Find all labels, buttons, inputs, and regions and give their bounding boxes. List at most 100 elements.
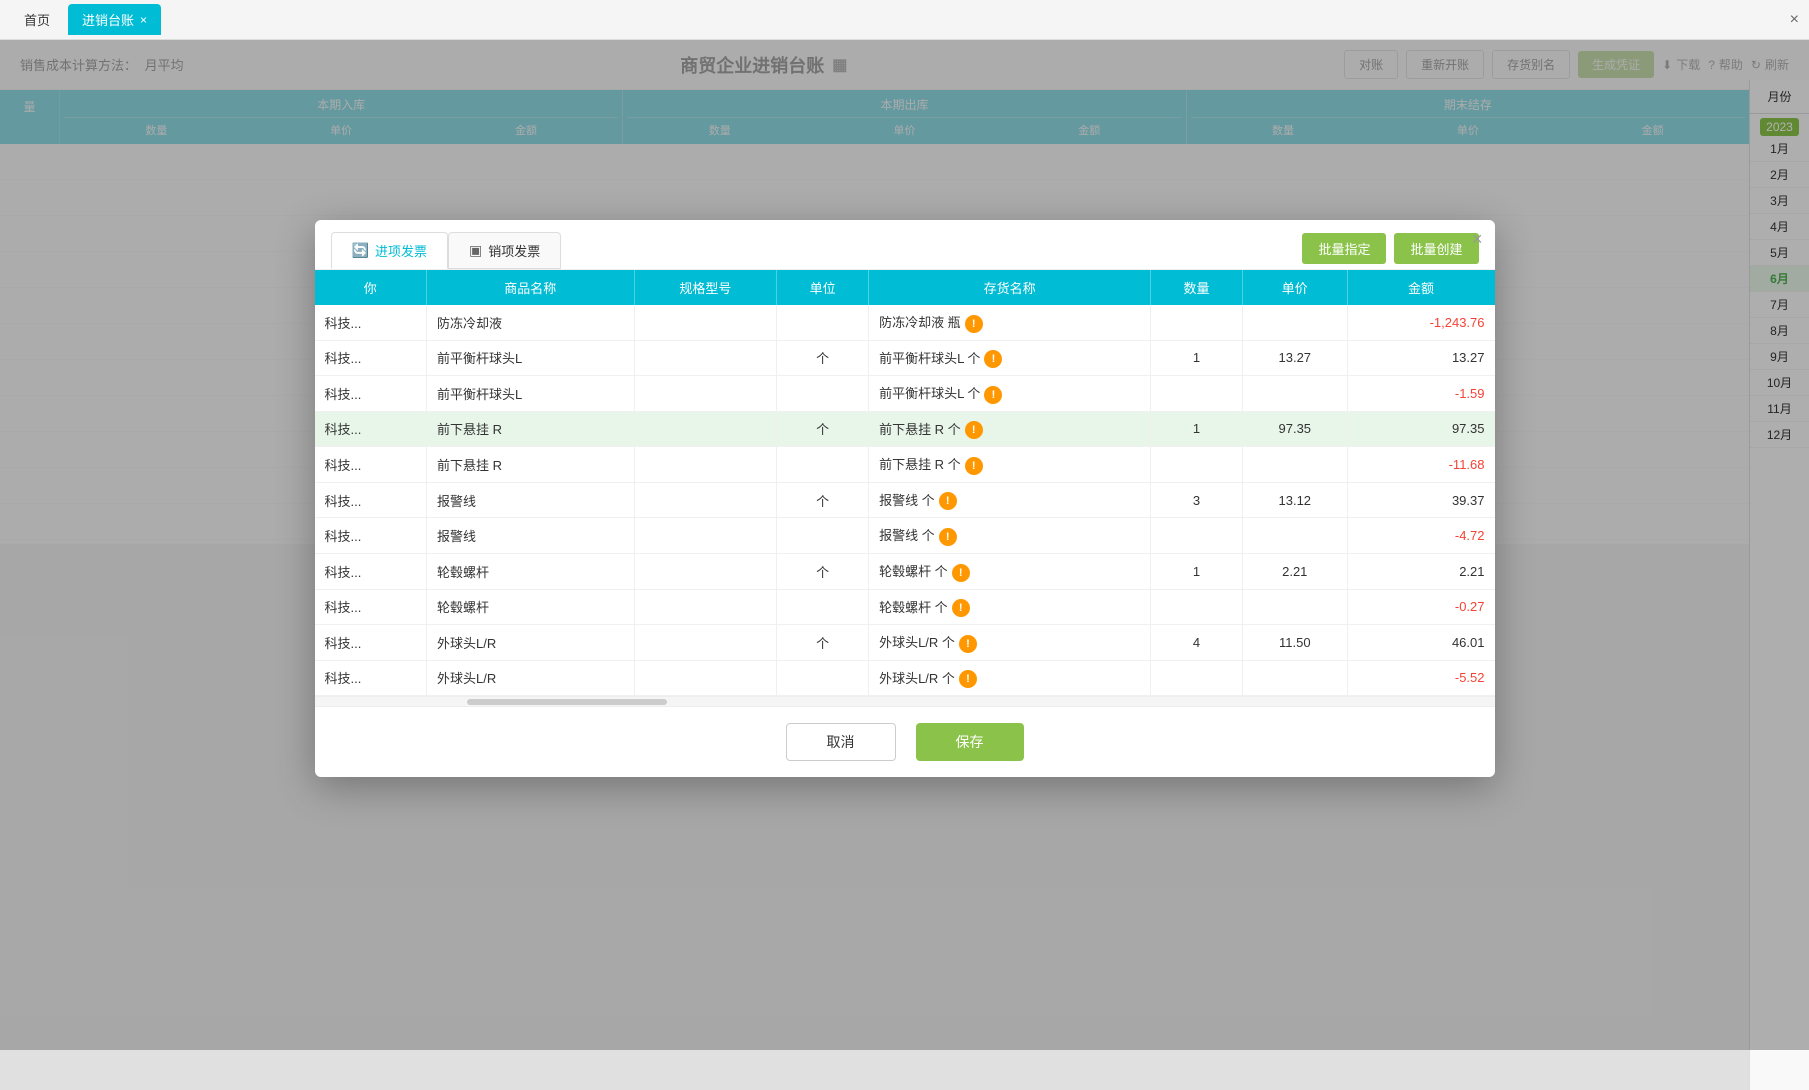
active-tab-label: 进销台账 bbox=[82, 10, 134, 29]
cell-10-0: 科技... bbox=[315, 660, 427, 696]
cell-8-4: 轮毂螺杆 个! bbox=[869, 589, 1151, 625]
cell-3-4: 前下悬挂 R 个! bbox=[869, 411, 1151, 447]
cell-7-5: 1 bbox=[1151, 553, 1243, 589]
cell-7-0: 科技... bbox=[315, 553, 427, 589]
th-amount: 金额 bbox=[1347, 270, 1494, 305]
warning-icon: ! bbox=[959, 670, 977, 688]
cell-4-5 bbox=[1151, 447, 1243, 483]
cell-9-2 bbox=[634, 625, 777, 661]
window-close-button[interactable]: × bbox=[1790, 11, 1799, 29]
cell-6-7: -4.72 bbox=[1347, 518, 1494, 554]
cell-10-2 bbox=[634, 660, 777, 696]
table-row: 科技...防冻冷却液防冻冷却液 瓶!-1,243.76 bbox=[315, 305, 1495, 340]
modal-close-button[interactable]: × bbox=[1472, 230, 1483, 248]
warning-icon: ! bbox=[952, 599, 970, 617]
cell-6-3 bbox=[777, 518, 869, 554]
modal-header: 🔄 进项发票 ▣ 销项发票 批量指定 批量创建 × bbox=[315, 220, 1495, 270]
tab-sales-invoice[interactable]: ▣ 销项发票 bbox=[448, 232, 561, 269]
warning-icon: ! bbox=[939, 492, 957, 510]
cell-5-3: 个 bbox=[777, 482, 869, 518]
tab-active[interactable]: 进销台账 × bbox=[68, 4, 161, 35]
cell-3-0: 科技... bbox=[315, 411, 427, 447]
table-row: 科技...前下悬挂 R个前下悬挂 R 个!197.3597.35 bbox=[315, 411, 1495, 447]
cell-0-6 bbox=[1242, 305, 1347, 340]
modal-footer: 取消 保存 bbox=[315, 706, 1495, 777]
cell-4-6 bbox=[1242, 447, 1347, 483]
warning-icon: ! bbox=[965, 315, 983, 333]
th-unit: 单位 bbox=[777, 270, 869, 305]
cell-5-6: 13.12 bbox=[1242, 482, 1347, 518]
modal-scrollbar-thumb[interactable] bbox=[467, 699, 667, 705]
cell-9-5: 4 bbox=[1151, 625, 1243, 661]
table-row: 科技...报警线报警线 个!-4.72 bbox=[315, 518, 1495, 554]
cell-3-2 bbox=[634, 411, 777, 447]
cell-10-7: -5.52 bbox=[1347, 660, 1494, 696]
th-spec: 规格型号 bbox=[634, 270, 777, 305]
cell-3-1: 前下悬挂 R bbox=[427, 411, 635, 447]
modal-dialog: 🔄 进项发票 ▣ 销项发票 批量指定 批量创建 × bbox=[315, 220, 1495, 777]
cell-2-7: -1.59 bbox=[1347, 376, 1494, 412]
batch-assign-button[interactable]: 批量指定 bbox=[1302, 233, 1386, 264]
table-row: 科技...轮毂螺杆 轮毂螺杆 个! -0.27 bbox=[315, 589, 1495, 625]
tab-close-icon[interactable]: × bbox=[140, 13, 147, 27]
sales-tab-icon: ▣ bbox=[469, 242, 482, 259]
cell-9-4: 外球头L/R 个! bbox=[869, 625, 1151, 661]
cell-2-2 bbox=[634, 376, 777, 412]
tab-purchase-invoice[interactable]: 🔄 进项发票 bbox=[331, 232, 448, 269]
cell-0-1: 防冻冷却液 bbox=[427, 305, 635, 340]
purchase-tab-icon: 🔄 bbox=[352, 242, 369, 259]
cell-8-1: 轮毂螺杆 bbox=[427, 589, 635, 625]
cell-2-5 bbox=[1151, 376, 1243, 412]
cell-1-0: 科技... bbox=[315, 340, 427, 376]
warning-icon: ! bbox=[952, 564, 970, 582]
cell-7-3: 个 bbox=[777, 553, 869, 589]
modal-table-wrapper[interactable]: 你 商品名称 规格型号 单位 存货名称 数量 单价 金额 科技...防冻冷却液防… bbox=[315, 270, 1495, 696]
cell-5-1: 报警线 bbox=[427, 482, 635, 518]
table-header-row: 你 商品名称 规格型号 单位 存货名称 数量 单价 金额 bbox=[315, 270, 1495, 305]
th-product-name: 商品名称 bbox=[427, 270, 635, 305]
modal-scrollbar[interactable] bbox=[315, 696, 1495, 706]
cell-5-4: 报警线 个! bbox=[869, 482, 1151, 518]
cell-10-4: 外球头L/R 个! bbox=[869, 660, 1151, 696]
cell-8-6 bbox=[1242, 589, 1347, 625]
cell-1-3: 个 bbox=[777, 340, 869, 376]
batch-create-button[interactable]: 批量创建 bbox=[1394, 233, 1478, 264]
warning-icon: ! bbox=[939, 528, 957, 546]
cell-1-5: 1 bbox=[1151, 340, 1243, 376]
cell-7-4: 轮毂螺杆 个! bbox=[869, 553, 1151, 589]
warning-icon: ! bbox=[965, 421, 983, 439]
cell-9-0: 科技... bbox=[315, 625, 427, 661]
cell-2-4: 前平衡杆球头L 个! bbox=[869, 376, 1151, 412]
warning-icon: ! bbox=[984, 350, 1002, 368]
cell-8-7: -0.27 bbox=[1347, 589, 1494, 625]
cell-3-5: 1 bbox=[1151, 411, 1243, 447]
cell-7-7: 2.21 bbox=[1347, 553, 1494, 589]
cell-8-5 bbox=[1151, 589, 1243, 625]
cell-4-4: 前下悬挂 R 个! bbox=[869, 447, 1151, 483]
cell-6-2 bbox=[634, 518, 777, 554]
cell-9-7: 46.01 bbox=[1347, 625, 1494, 661]
cell-7-6: 2.21 bbox=[1242, 553, 1347, 589]
cell-10-3 bbox=[777, 660, 869, 696]
cell-8-3 bbox=[777, 589, 869, 625]
cell-5-7: 39.37 bbox=[1347, 482, 1494, 518]
cell-6-5 bbox=[1151, 518, 1243, 554]
th-quantity: 数量 bbox=[1151, 270, 1243, 305]
cell-1-2 bbox=[634, 340, 777, 376]
cell-1-1: 前平衡杆球头L bbox=[427, 340, 635, 376]
cell-3-3: 个 bbox=[777, 411, 869, 447]
warning-icon: ! bbox=[959, 635, 977, 653]
cell-8-0: 科技... bbox=[315, 589, 427, 625]
th-inventory-name: 存货名称 bbox=[869, 270, 1151, 305]
cell-0-3 bbox=[777, 305, 869, 340]
cell-1-4: 前平衡杆球头L 个! bbox=[869, 340, 1151, 376]
cell-10-6 bbox=[1242, 660, 1347, 696]
cancel-button[interactable]: 取消 bbox=[786, 723, 896, 761]
tab-home[interactable]: 首页 bbox=[10, 4, 64, 35]
cell-0-7: -1,243.76 bbox=[1347, 305, 1494, 340]
modal-tabs: 🔄 进项发票 ▣ 销项发票 bbox=[331, 232, 1303, 269]
cell-6-4: 报警线 个! bbox=[869, 518, 1151, 554]
table-row: 科技...报警线个报警线 个!313.1239.37 bbox=[315, 482, 1495, 518]
cell-4-1: 前下悬挂 R bbox=[427, 447, 635, 483]
save-button[interactable]: 保存 bbox=[916, 723, 1024, 761]
